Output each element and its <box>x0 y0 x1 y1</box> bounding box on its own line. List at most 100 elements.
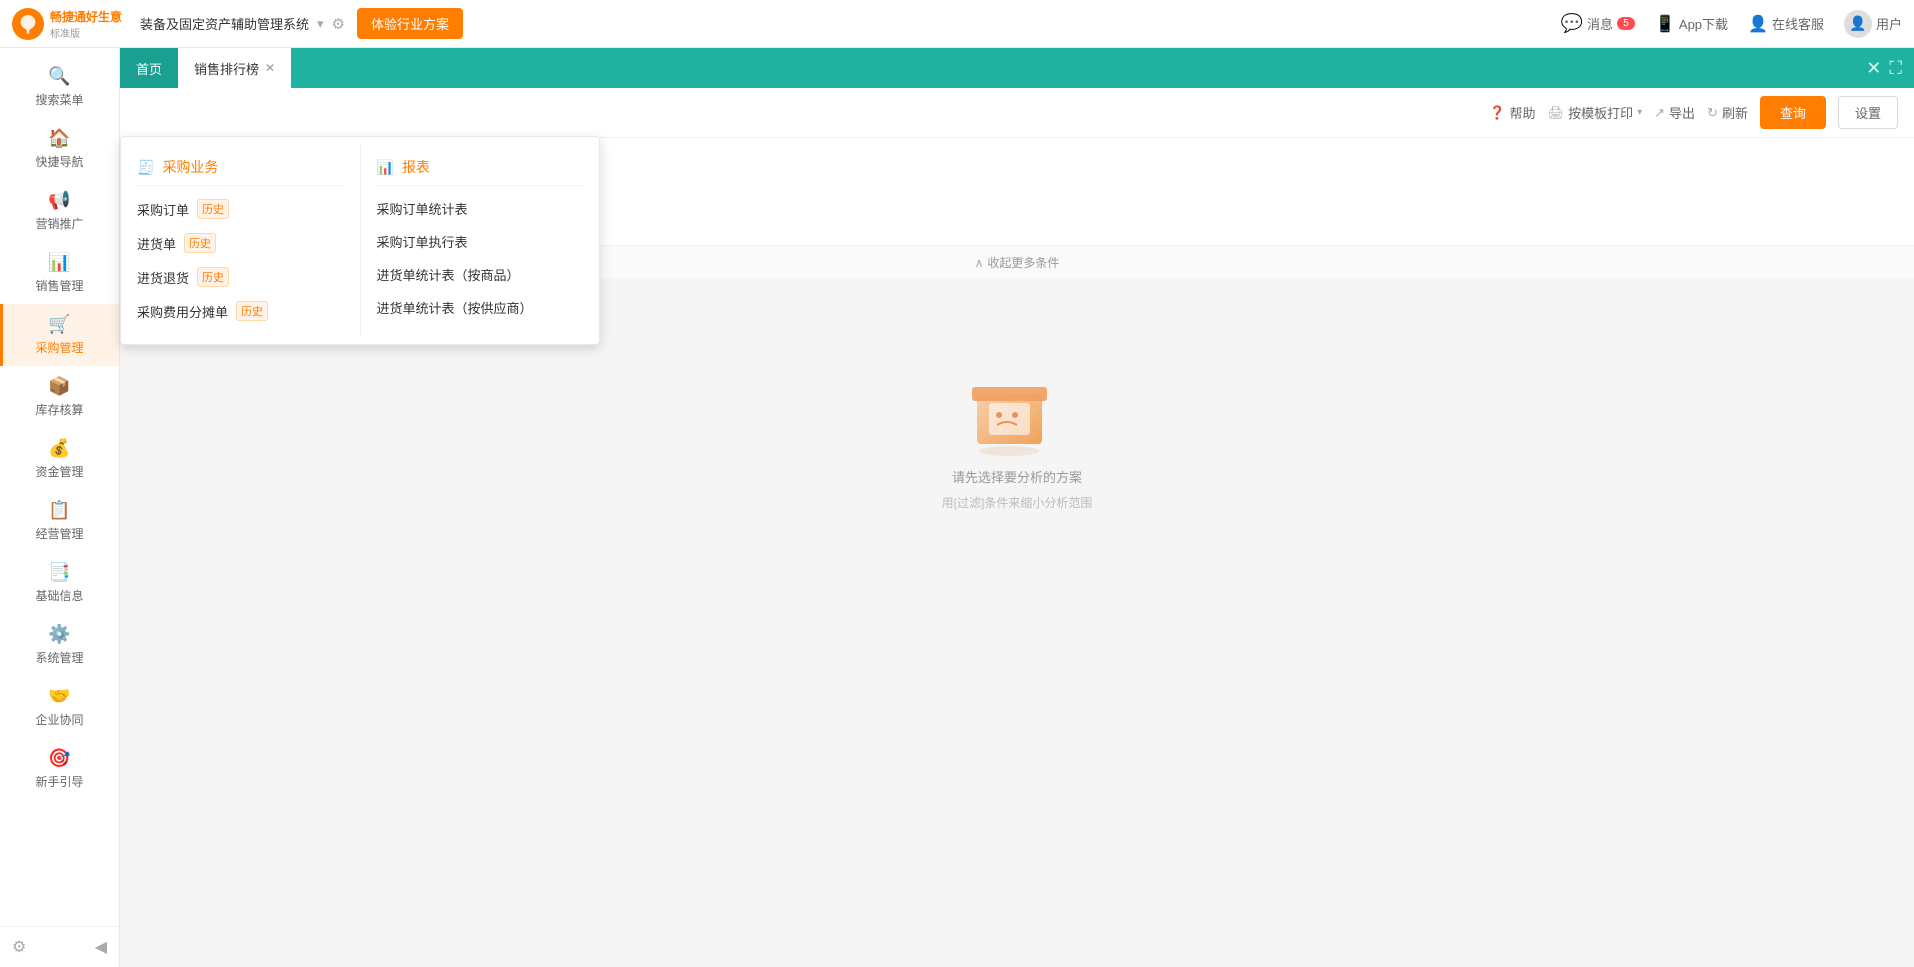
dropdown-col-reports: 📊 报表 采购订单统计表 采购订单执行表 进货单统计表（按商品） 进货单统计表（… <box>360 145 600 336</box>
incoming-label: 进货单 <box>137 234 176 253</box>
returns-history-tag: 历史 <box>197 267 229 287</box>
header-right: 💬 消息 5 📱 App下载 👤 在线客服 👤 用户 <box>1561 10 1902 38</box>
purchase-order-label: 采购订单 <box>137 200 189 219</box>
finance-icon: 💰 <box>48 438 70 459</box>
settings-bottom-btn[interactable]: ⚙ <box>12 937 26 957</box>
sidebar-label-marketing: 营销推广 <box>35 215 83 232</box>
user-label: 用户 <box>1876 14 1902 33</box>
sidebar-item-quick-nav[interactable]: 🏠 快捷导航 <box>0 118 119 180</box>
user-avatar: 👤 <box>1844 10 1872 38</box>
sidebar-item-search[interactable]: 🔍 搜索菜单 <box>0 56 119 118</box>
app-download-label: App下载 <box>1679 14 1728 33</box>
top-header: 畅捷通好生意 标准版 装备及固定资产辅助管理系统 ▾ ⚙ 体验行业方案 💬 消息… <box>0 0 1914 48</box>
tab-sales-rank-label: 销售排行榜 <box>194 59 259 78</box>
reports-icon: 📊 <box>377 159 394 176</box>
sidebar-item-inventory[interactable]: 📦 库存核算 <box>0 366 119 428</box>
dropdown-item-incoming-by-goods[interactable]: 进货单统计表（按商品） <box>377 258 584 291</box>
sidebar-item-purchase[interactable]: 🛒 采购管理 <box>0 304 119 366</box>
user-area[interactable]: 👤 用户 <box>1844 10 1902 38</box>
messages-label: 消息 <box>1587 14 1613 33</box>
service-icon: 👤 <box>1748 14 1768 34</box>
sales-icon: 📊 <box>48 252 70 273</box>
sidebar-bottom: ⚙ ◀ <box>0 926 119 967</box>
purchase-business-label: 采购业务 <box>162 157 218 177</box>
app-download-btn[interactable]: 📱 App下载 <box>1655 14 1728 34</box>
system-icon: ⚙️ <box>48 624 70 645</box>
phone-icon: 📱 <box>1655 14 1675 34</box>
reports-label: 报表 <box>402 157 430 177</box>
messages-badge: 5 <box>1617 17 1635 30</box>
reports-title: 📊 报表 <box>377 153 584 186</box>
message-icon: 💬 <box>1561 13 1583 34</box>
tab-close-icon[interactable]: ✕ <box>265 61 275 75</box>
returns-label: 进货退货 <box>137 268 189 287</box>
logo-icon <box>12 8 44 40</box>
empty-hint2: 用[过滤]条件来缩小分析范围 <box>942 494 1093 511</box>
marketing-icon: 📢 <box>48 190 70 211</box>
online-service-btn[interactable]: 👤 在线客服 <box>1748 14 1824 34</box>
empty-illustration <box>957 359 1077 459</box>
settings-icon[interactable]: ⚙ <box>332 15 345 33</box>
guide-icon: 🎯 <box>48 748 70 769</box>
sidebar-item-sales[interactable]: 📊 销售管理 <box>0 242 119 304</box>
sidebar-label-system: 系统管理 <box>35 649 83 666</box>
dropdown-menu: 🧾 采购业务 采购订单 历史 进货单 历史 进货退货 历史 采购费用分摊单 历史 <box>120 136 600 345</box>
tab-home[interactable]: 首页 <box>120 48 178 88</box>
po-stats-label: 采购订单统计表 <box>377 199 468 218</box>
dropdown-item-purchase-order[interactable]: 采购订单 历史 <box>137 192 344 226</box>
messages-btn[interactable]: 💬 消息 5 <box>1561 13 1635 34</box>
dropdown-item-incoming[interactable]: 进货单 历史 <box>137 226 344 260</box>
cooperation-icon: 🤝 <box>48 686 70 707</box>
tab-sales-rank[interactable]: 销售排行榜 ✕ <box>178 48 291 88</box>
sidebar-label-operations: 经营管理 <box>35 525 83 542</box>
dropdown-item-returns[interactable]: 进货退货 历史 <box>137 260 344 294</box>
basic-info-icon: 📑 <box>48 562 70 583</box>
collapse-sidebar-btn[interactable]: ◀ <box>95 937 107 957</box>
help-btn[interactable]: ❓ 帮助 <box>1489 103 1535 122</box>
close-window-icon[interactable]: ✕ <box>1866 58 1881 79</box>
sidebar-item-basic-info[interactable]: 📑 基础信息 <box>0 552 119 614</box>
empty-hint1: 请先选择要分析的方案 <box>952 467 1082 486</box>
sidebar-label-basic-info: 基础信息 <box>35 587 83 604</box>
sidebar-label-inventory: 库存核算 <box>35 401 83 418</box>
dropdown-col-purchase: 🧾 采购业务 采购订单 历史 进货单 历史 进货退货 历史 采购费用分摊单 历史 <box>121 145 360 336</box>
collapse-text: 收起更多条件 <box>987 254 1059 271</box>
dropdown-item-po-execution[interactable]: 采购订单执行表 <box>377 225 584 258</box>
chevron-down-icon[interactable]: ▾ <box>317 16 324 32</box>
print-icon: 🖨 <box>1548 105 1565 121</box>
sidebar-item-operations[interactable]: 📋 经营管理 <box>0 490 119 552</box>
collapse-up-icon: ∧ <box>975 256 984 270</box>
sidebar-label-cooperation: 企业协同 <box>35 711 83 728</box>
refresh-icon: ↻ <box>1707 105 1718 121</box>
industry-btn[interactable]: 体验行业方案 <box>357 8 463 39</box>
print-label: 按模板打印 <box>1568 103 1633 122</box>
sidebar-item-guide[interactable]: 🎯 新手引导 <box>0 738 119 800</box>
dropdown-item-incoming-by-supplier[interactable]: 进货单统计表（按供应商） <box>377 291 584 324</box>
sidebar-item-cooperation[interactable]: 🤝 企业协同 <box>0 676 119 738</box>
sidebar-label-purchase: 采购管理 <box>35 339 83 356</box>
logo-area: 畅捷通好生意 标准版 <box>12 8 132 40</box>
filter-toolbar: ❓ 帮助 🖨 按模板打印 ▾ ↗ 导出 ↻ 刷新 查询 设置 <box>120 88 1914 138</box>
search-icon: 🔍 <box>48 66 70 87</box>
query-btn[interactable]: 查询 <box>1760 96 1826 129</box>
sidebar-label-finance: 资金管理 <box>35 463 83 480</box>
print-btn[interactable]: 🖨 按模板打印 ▾ <box>1548 103 1643 122</box>
tab-bar: 首页 销售排行榜 ✕ ✕ ⛶ <box>120 48 1914 88</box>
maximize-icon[interactable]: ⛶ <box>1889 58 1902 79</box>
export-btn[interactable]: ↗ 导出 <box>1654 103 1695 122</box>
home-icon: 🏠 <box>48 128 70 149</box>
export-icon: ↗ <box>1654 105 1665 121</box>
dropdown-item-purchase-cost[interactable]: 采购费用分摊单 历史 <box>137 294 344 328</box>
sidebar-label-quick-nav: 快捷导航 <box>35 153 83 170</box>
sidebar-item-system[interactable]: ⚙️ 系统管理 <box>0 614 119 676</box>
operations-icon: 📋 <box>48 500 70 521</box>
help-label: 帮助 <box>1510 103 1536 122</box>
settings-btn[interactable]: 设置 <box>1838 96 1898 129</box>
purchase-business-title: 🧾 采购业务 <box>137 153 344 186</box>
sidebar-item-finance[interactable]: 💰 资金管理 <box>0 428 119 490</box>
online-service-label: 在线客服 <box>1772 14 1824 33</box>
dropdown-item-po-stats[interactable]: 采购订单统计表 <box>377 192 584 225</box>
sidebar-item-marketing[interactable]: 📢 营销推广 <box>0 180 119 242</box>
system-title: 装备及固定资产辅助管理系统 <box>140 14 309 33</box>
refresh-btn[interactable]: ↻ 刷新 <box>1707 103 1748 122</box>
